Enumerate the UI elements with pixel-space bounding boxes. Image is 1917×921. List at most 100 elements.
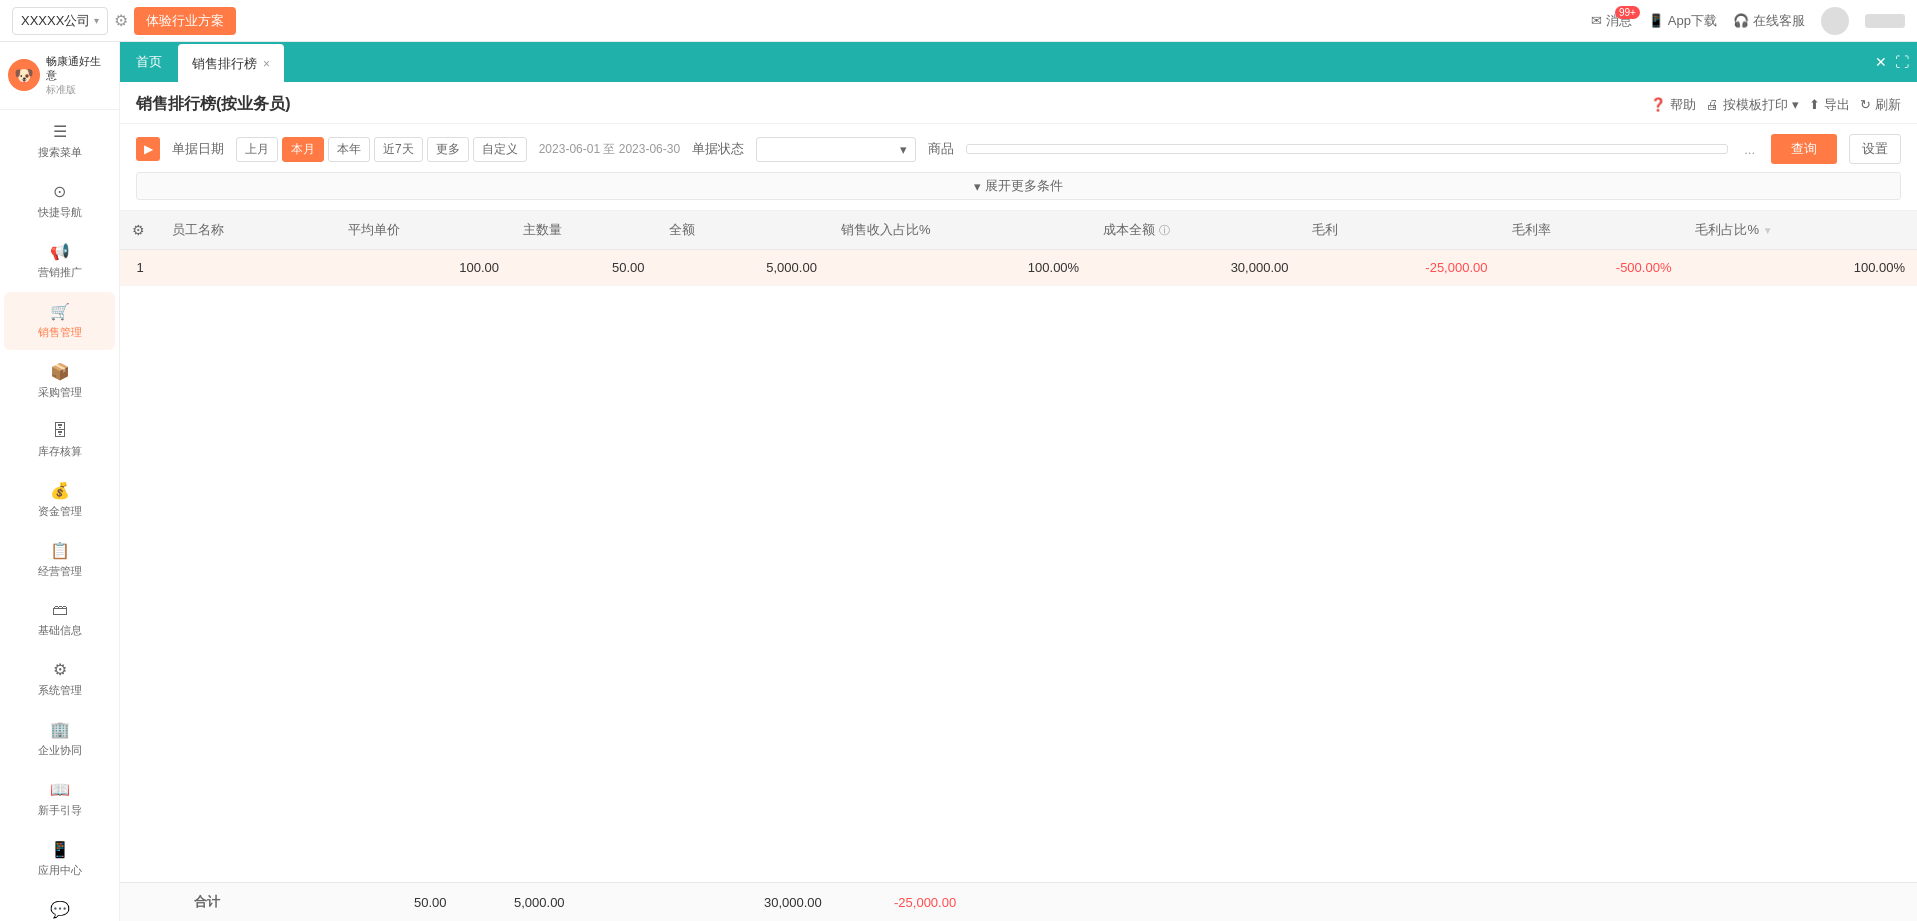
sort-icon[interactable]: ▼ (1763, 225, 1773, 236)
logo-text-block: 畅康通好生意 标准版 (46, 54, 111, 97)
date-btn-本年[interactable]: 本年 (328, 137, 370, 162)
cell-gross-pct: 100.00% (1683, 250, 1917, 286)
footer-label: 合计 (182, 893, 302, 911)
sidebar-item-搜索菜单[interactable]: ☰搜索菜单 (4, 112, 115, 170)
query-button[interactable]: 查询 (1771, 134, 1837, 164)
settings-icon[interactable]: ⚙ (114, 11, 128, 30)
sidebar-item-基础信息[interactable]: 🗃基础信息 (4, 591, 115, 648)
expand-more-button[interactable]: ▾ 展开更多条件 (136, 172, 1901, 200)
filter-collapse-button[interactable]: ▶ (136, 137, 160, 161)
table-body: 1 100.00 50.00 5,000.00 100.00% 30,000.0… (120, 250, 1917, 286)
cell-gross: -25,000.00 (1300, 250, 1499, 286)
goods-input[interactable] (966, 144, 1728, 154)
avatar[interactable] (1821, 7, 1849, 35)
sidebar-icon: 🗄 (52, 422, 68, 440)
company-selector[interactable]: XXXXX公司 ▾ (12, 7, 108, 35)
sidebar-label: 营销推广 (38, 265, 82, 280)
column-settings-icon[interactable]: ⚙ (132, 222, 145, 238)
th-qty: 主数量 (511, 211, 657, 250)
sidebar-item-应用中心[interactable]: 📱应用中心 (4, 830, 115, 888)
date-buttons: 上月本月本年近7天更多自定义 (236, 137, 527, 162)
sidebar-item-营销推广[interactable]: 📢 营销推广 (4, 232, 115, 290)
th-sales-pct: 销售收入占比% (829, 211, 1091, 250)
app-download-button[interactable]: 📱 App下载 (1648, 12, 1717, 30)
sidebar-icon: 📋 (50, 541, 70, 560)
sidebar-item-系统管理[interactable]: ⚙系统管理 (4, 650, 115, 708)
cell-rank: 1 (120, 250, 160, 286)
date-btn-上月[interactable]: 上月 (236, 137, 278, 162)
tab-sales-ranking[interactable]: 销售排行榜 × (178, 44, 284, 84)
date-range: 2023-06-01 至 2023-06-30 (539, 141, 680, 158)
sidebar-icon: 🏢 (50, 720, 70, 739)
th-settings: ⚙ (120, 211, 160, 250)
chevron-down-icon: ▾ (94, 15, 99, 26)
content-area: 首页 销售排行榜 × ✕ ⛶ 销售排行榜(按业务员) ❓ 帮助 (120, 42, 1917, 921)
sidebar-label: 销售管理 (38, 325, 82, 340)
sidebar-label: 库存核算 (38, 444, 82, 459)
th-gross-rate: 毛利率 (1500, 211, 1684, 250)
tab-close-icon[interactable]: × (263, 57, 270, 71)
status-select[interactable]: ▾ (756, 137, 916, 162)
sidebar-item-企业协同[interactable]: 🏢企业协同 (4, 710, 115, 768)
goods-label: 商品 (928, 140, 954, 158)
data-table: ⚙ 员工名称 平均单价 主数量 全额 销售收入占比% 成本全额 ⓘ 毛利 毛利率… (120, 211, 1917, 286)
page-title: 销售排行榜(按业务员) (136, 94, 291, 115)
sidebar-icon: ⊙ (53, 182, 66, 201)
table-row: 1 100.00 50.00 5,000.00 100.00% 30,000.0… (120, 250, 1917, 286)
message-button[interactable]: ✉ 消息 99+ (1591, 12, 1632, 30)
chevron-down-icon: ▾ (1792, 97, 1799, 112)
date-btn-近7天[interactable]: 近7天 (374, 137, 423, 162)
table-header-row: ⚙ 员工名称 平均单价 主数量 全额 销售收入占比% 成本全额 ⓘ 毛利 毛利率… (120, 211, 1917, 250)
logo-icon: 🐶 (8, 59, 40, 91)
filter-row-1: ▶ 单据日期 上月本月本年近7天更多自定义 2023-06-01 至 2023-… (136, 134, 1901, 164)
date-btn-本月[interactable]: 本月 (282, 137, 324, 162)
sidebar-icon: ⚙ (53, 660, 67, 679)
message-badge: 99+ (1615, 6, 1640, 19)
main-layout: 🐶 畅康通好生意 标准版 ☰搜索菜单⊙快捷导航 📢 营销推广 🛒 销售管理 📦采购管理 🗄 库… (0, 42, 1917, 921)
table-footer: 合计 50.00 5,000.00 30,000.00 -25,000.00 (120, 882, 1917, 921)
status-label: 单据状态 (692, 140, 744, 158)
refresh-icon: ↻ (1860, 97, 1871, 112)
export-icon: ⬆ (1809, 97, 1820, 112)
headset-icon: 🎧 (1733, 13, 1749, 28)
maximize-icon[interactable]: ⛶ (1895, 54, 1909, 70)
sidebar-label: 资金管理 (38, 504, 82, 519)
cost-info-icon[interactable]: ⓘ (1159, 224, 1170, 236)
ellipsis-button[interactable]: ... (1740, 138, 1759, 161)
sidebar-item-企业微信[interactable]: 💬企业微信 (4, 890, 115, 921)
help-button[interactable]: ❓ 帮助 (1650, 96, 1696, 114)
cell-qty: 50.00 (511, 250, 657, 286)
sidebar-item-采购管理[interactable]: 📦采购管理 (4, 352, 115, 410)
online-service-button[interactable]: 🎧 在线客服 (1733, 12, 1805, 30)
sidebar-item-经营管理[interactable]: 📋经营管理 (4, 531, 115, 589)
sidebar-item-快捷导航[interactable]: ⊙快捷导航 (4, 172, 115, 230)
sidebar-label: 新手引导 (38, 803, 82, 818)
export-button[interactable]: ⬆ 导出 (1809, 96, 1850, 114)
sidebar-icon: 📱 (50, 840, 70, 859)
username-label (1865, 14, 1905, 28)
template-print-button[interactable]: 🖨 按模板打印 ▾ (1706, 96, 1799, 114)
company-name: XXXXX公司 (21, 12, 90, 30)
trial-button[interactable]: 体验行业方案 (134, 7, 236, 35)
sidebar-label: 采购管理 (38, 385, 82, 400)
cell-sales-pct: 100.00% (829, 250, 1091, 286)
sidebar-item-新手引导[interactable]: 📖新手引导 (4, 770, 115, 828)
sidebar-icon: 📢 (50, 242, 70, 261)
sidebar-item-销售管理[interactable]: 🛒 销售管理 (4, 292, 115, 350)
tab-home[interactable]: 首页 (120, 42, 178, 82)
date-btn-自定义[interactable]: 自定义 (473, 137, 527, 162)
sidebar-icon: 🛒 (50, 302, 70, 321)
filter-settings-button[interactable]: 设置 (1849, 134, 1901, 164)
date-btn-更多[interactable]: 更多 (427, 137, 469, 162)
close-window-icon[interactable]: ✕ (1875, 54, 1887, 70)
sidebar-label: 搜索菜单 (38, 145, 82, 160)
th-name: 员工名称 (160, 211, 336, 250)
print-icon: 🖨 (1706, 97, 1719, 112)
sidebar-item-资金管理[interactable]: 💰资金管理 (4, 471, 115, 529)
tab-bar: 首页 销售排行榜 × ✕ ⛶ (120, 42, 1917, 82)
top-bar: XXXXX公司 ▾ ⚙ 体验行业方案 ✉ 消息 99+ 📱 App下载 🎧 在线… (0, 0, 1917, 42)
refresh-button[interactable]: ↻ 刷新 (1860, 96, 1901, 114)
sidebar-item-库存核算[interactable]: 🗄 库存核算 (4, 412, 115, 469)
footer-qty: 50.00 (402, 895, 502, 910)
table-head: ⚙ 员工名称 平均单价 主数量 全额 销售收入占比% 成本全额 ⓘ 毛利 毛利率… (120, 211, 1917, 250)
